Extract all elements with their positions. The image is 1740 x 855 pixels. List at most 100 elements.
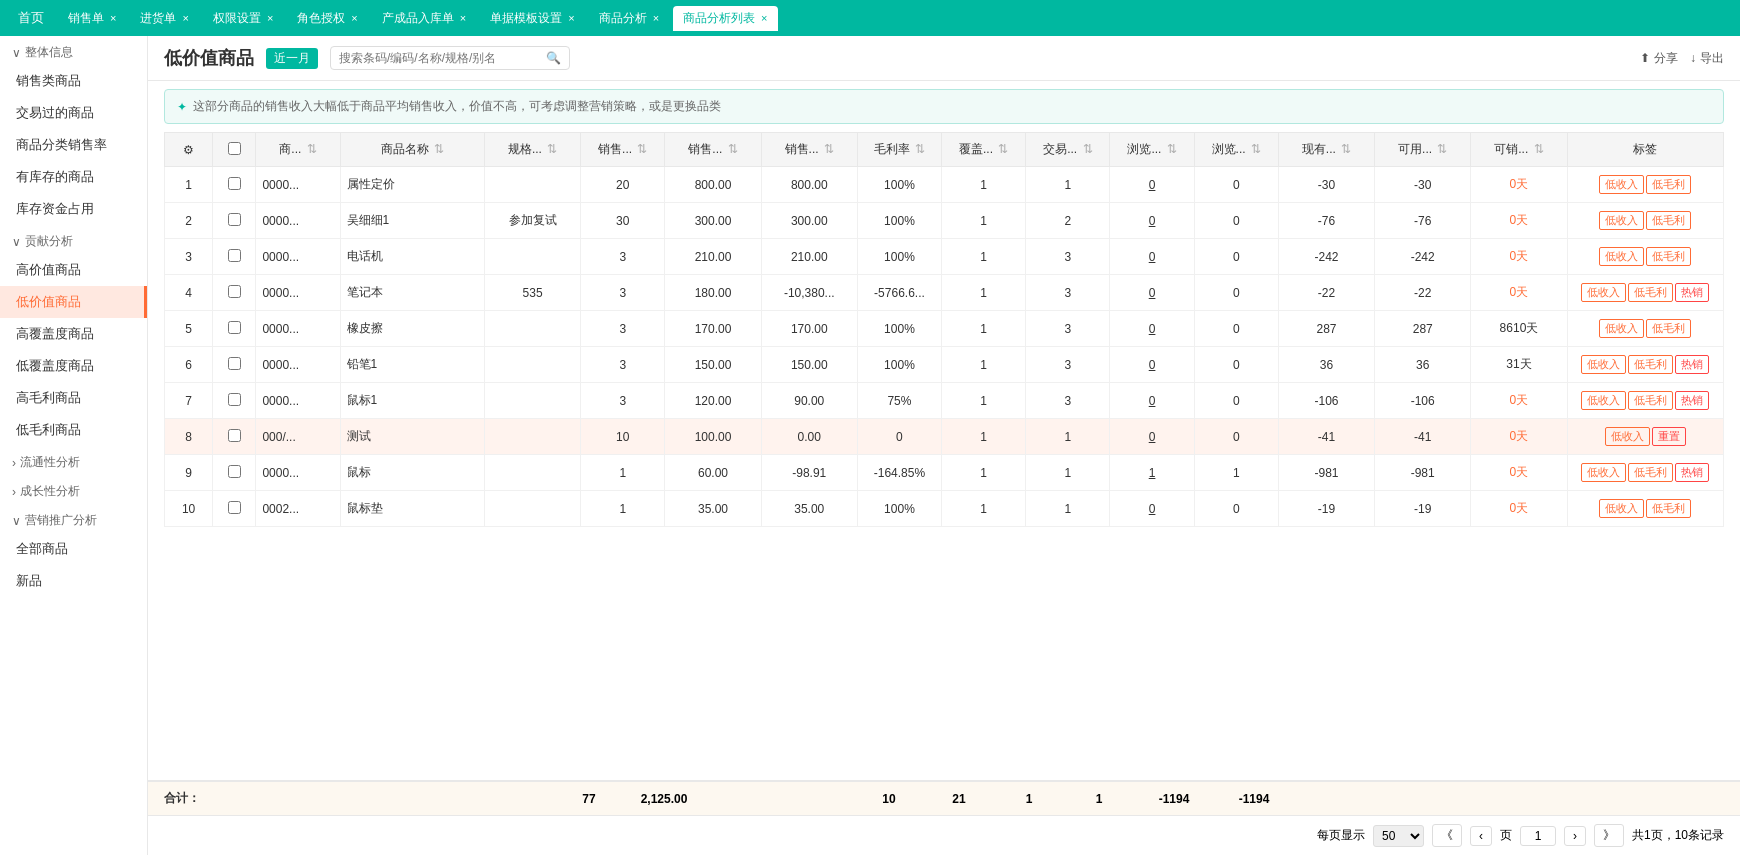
nav-permission[interactable]: 权限设置×	[203, 6, 283, 31]
sidebar-item-low-margin[interactable]: 低毛利商品	[0, 414, 147, 446]
current-col-header[interactable]: 现有... ⇅	[1278, 133, 1374, 167]
nav-role[interactable]: 角色授权×	[287, 6, 367, 31]
sidebar-item-stock-capital[interactable]: 库存资金占用	[0, 193, 147, 225]
row-gross-rate: 0	[857, 419, 941, 455]
settings-col-header[interactable]: ⚙	[165, 133, 213, 167]
sale-qty-col-header[interactable]: 销售... ⇅	[581, 133, 665, 167]
row-browse1[interactable]: 0	[1110, 383, 1194, 419]
browse1-value[interactable]: 0	[1149, 394, 1156, 408]
row-browse1[interactable]: 0	[1110, 419, 1194, 455]
nav-close-sales[interactable]: ×	[110, 12, 116, 24]
spec-col-header[interactable]: 规格... ⇅	[484, 133, 580, 167]
sidebar-item-new-goods[interactable]: 新品	[0, 565, 147, 597]
sellable-col-header[interactable]: 可销... ⇅	[1471, 133, 1567, 167]
sidebar-group-flow[interactable]: › 流通性分析	[0, 446, 147, 475]
browse1-value[interactable]: 0	[1149, 322, 1156, 336]
nav-close-purchase[interactable]: ×	[182, 12, 188, 24]
sidebar-group-overall[interactable]: ∨ 整体信息	[0, 36, 147, 65]
browse1-value[interactable]: 0	[1149, 358, 1156, 372]
sidebar-item-high-coverage[interactable]: 高覆盖度商品	[0, 318, 147, 350]
nav-analysis[interactable]: 商品分析×	[589, 6, 669, 31]
sale-amt2-col-header[interactable]: 销售... ⇅	[761, 133, 857, 167]
row-browse1[interactable]: 1	[1110, 455, 1194, 491]
days-value: 0天	[1510, 465, 1529, 479]
sidebar-item-category-rate[interactable]: 商品分类销售率	[0, 129, 147, 161]
nav-analysis-list[interactable]: 商品分析列表×	[673, 6, 777, 31]
row-sale-qty: 3	[581, 311, 665, 347]
search-input[interactable]	[339, 51, 540, 65]
sale-amt-col-header[interactable]: 销售... ⇅	[665, 133, 761, 167]
nav-close-role[interactable]: ×	[351, 12, 357, 24]
row-gross-rate: 100%	[857, 239, 941, 275]
row-checkbox[interactable]	[228, 357, 241, 370]
browse1-value[interactable]: 0	[1149, 502, 1156, 516]
nav-product-in[interactable]: 产成品入库单×	[372, 6, 476, 31]
last-page-btn[interactable]: 》	[1594, 824, 1624, 847]
browse1-value[interactable]: 0	[1149, 286, 1156, 300]
browse1-value[interactable]: 0	[1149, 214, 1156, 228]
row-checkbox[interactable]	[228, 501, 241, 514]
browse2-col-header[interactable]: 浏览... ⇅	[1194, 133, 1278, 167]
code-col-header[interactable]: 商... ⇅	[256, 133, 340, 167]
sidebar-group-growth[interactable]: › 成长性分析	[0, 475, 147, 504]
row-browse1[interactable]: 0	[1110, 491, 1194, 527]
sidebar-item-sales-goods[interactable]: 销售类商品	[0, 65, 147, 97]
share-button[interactable]: ⬆ 分享	[1640, 50, 1678, 67]
row-sellable: 0天	[1471, 455, 1567, 491]
row-checkbox[interactable]	[228, 285, 241, 298]
sidebar-item-stocked-goods[interactable]: 有库存的商品	[0, 161, 147, 193]
sidebar-item-high-value[interactable]: 高价值商品	[0, 254, 147, 286]
sidebar-item-low-value[interactable]: 低价值商品	[0, 286, 147, 318]
nav-sales[interactable]: 销售单×	[58, 6, 126, 31]
sidebar-group-contribution[interactable]: ∨ 贡献分析	[0, 225, 147, 254]
table-row: 3 0000... 电话机 3 210.00 210.00 100% 1 3 0…	[165, 239, 1724, 275]
name-col-header[interactable]: 商品名称 ⇅	[340, 133, 484, 167]
browse1-col-header[interactable]: 浏览... ⇅	[1110, 133, 1194, 167]
nav-close-product-in[interactable]: ×	[460, 12, 466, 24]
row-browse1[interactable]: 0	[1110, 275, 1194, 311]
row-checkbox[interactable]	[228, 393, 241, 406]
sidebar: ∨ 整体信息 销售类商品 交易过的商品 商品分类销售率 有库存的商品 库存资金占…	[0, 36, 148, 855]
gross-col-header[interactable]: 毛利率 ⇅	[857, 133, 941, 167]
browse1-value[interactable]: 0	[1149, 178, 1156, 192]
row-checkbox[interactable]	[228, 465, 241, 478]
search-icon[interactable]: 🔍	[546, 51, 561, 65]
avail-col-header[interactable]: 可用... ⇅	[1375, 133, 1471, 167]
nav-close-analysis[interactable]: ×	[653, 12, 659, 24]
sidebar-group-marketing[interactable]: ∨ 营销推广分析	[0, 504, 147, 533]
row-browse1[interactable]: 0	[1110, 347, 1194, 383]
nav-close-template[interactable]: ×	[568, 12, 574, 24]
tag-badge: 重置	[1652, 427, 1686, 446]
sidebar-item-high-margin[interactable]: 高毛利商品	[0, 382, 147, 414]
select-all-checkbox[interactable]	[228, 142, 241, 155]
row-browse1[interactable]: 0	[1110, 311, 1194, 347]
export-button[interactable]: ↓ 导出	[1690, 50, 1724, 67]
row-checkbox[interactable]	[228, 321, 241, 334]
nav-purchase[interactable]: 进货单×	[130, 6, 198, 31]
row-browse1[interactable]: 0	[1110, 167, 1194, 203]
first-page-btn[interactable]: 《	[1432, 824, 1462, 847]
per-page-select[interactable]: 50 100 200	[1373, 825, 1424, 847]
nav-close-analysis-list[interactable]: ×	[761, 12, 767, 24]
sidebar-item-traded-goods[interactable]: 交易过的商品	[0, 97, 147, 129]
sidebar-item-low-coverage[interactable]: 低覆盖度商品	[0, 350, 147, 382]
nav-template[interactable]: 单据模板设置×	[480, 6, 584, 31]
browse1-value[interactable]: 1	[1149, 466, 1156, 480]
row-browse1[interactable]: 0	[1110, 239, 1194, 275]
browse1-value[interactable]: 0	[1149, 250, 1156, 264]
row-checkbox[interactable]	[228, 429, 241, 442]
next-page-btn[interactable]: ›	[1564, 826, 1586, 846]
prev-page-btn[interactable]: ‹	[1470, 826, 1492, 846]
row-checkbox[interactable]	[228, 249, 241, 262]
nav-home[interactable]: 首页	[8, 5, 54, 31]
sidebar-item-all-goods[interactable]: 全部商品	[0, 533, 147, 565]
filter-tag-button[interactable]: 近一月	[266, 48, 318, 69]
nav-close-permission[interactable]: ×	[267, 12, 273, 24]
cover-col-header[interactable]: 覆盖... ⇅	[942, 133, 1026, 167]
row-browse1[interactable]: 0	[1110, 203, 1194, 239]
row-checkbox[interactable]	[228, 213, 241, 226]
trade-col-header[interactable]: 交易... ⇅	[1026, 133, 1110, 167]
row-checkbox[interactable]	[228, 177, 241, 190]
page-input[interactable]	[1520, 826, 1556, 846]
browse1-value[interactable]: 0	[1149, 430, 1156, 444]
